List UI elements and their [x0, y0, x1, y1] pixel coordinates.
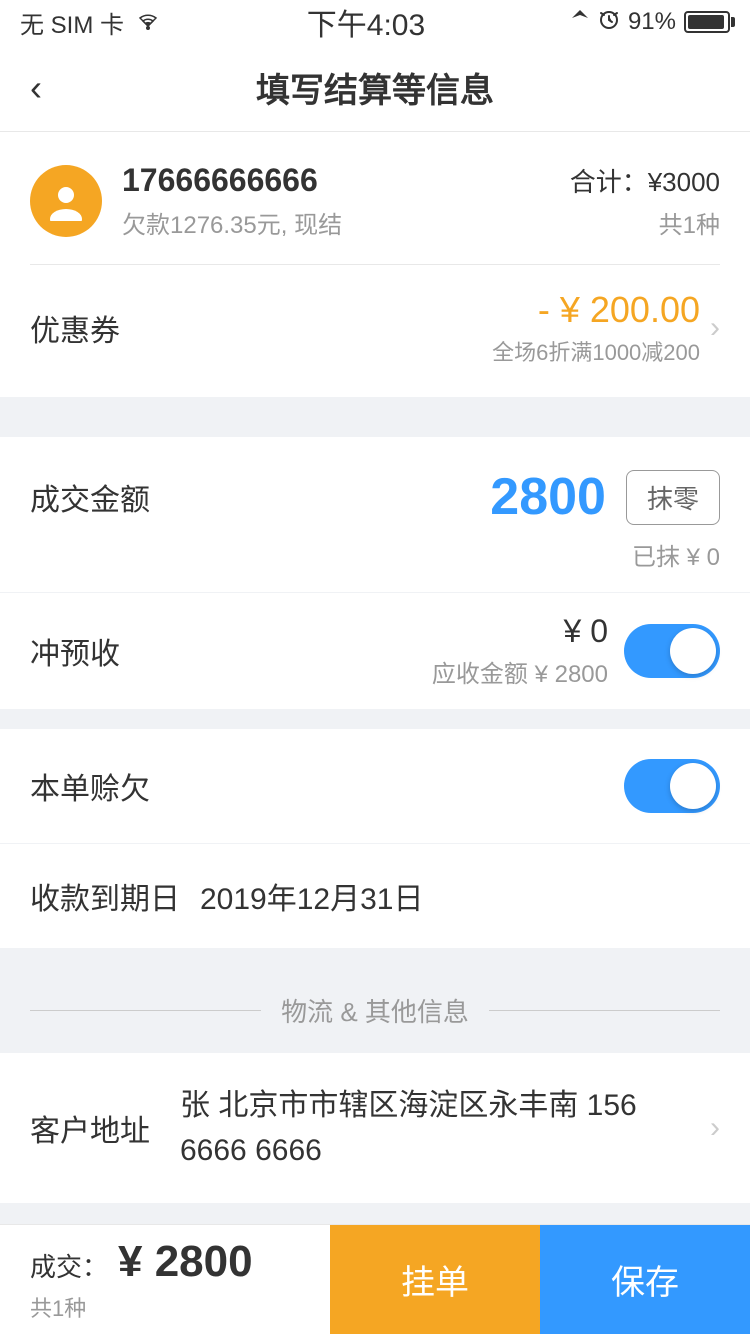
back-button[interactable]: ‹ [30, 67, 42, 109]
advance-row: 冲预收 ¥ 0 应收金额 ¥ 2800 [0, 592, 750, 709]
total-label: 合计：¥3000 [570, 162, 720, 199]
logistics-section-header: 物流 & 其他信息 [0, 968, 750, 1053]
customer-sub: 欠款1276.35元, 现结 [122, 205, 342, 240]
save-button[interactable]: 保存 [540, 1225, 750, 1334]
advance-values: ¥ 0 应收金额 ¥ 2800 [432, 613, 608, 689]
customer-card: 17666666666 欠款1276.35元, 现结 合计：¥3000 共1种 … [0, 132, 750, 397]
advance-toggle-thumb [670, 628, 716, 674]
advance-right: ¥ 0 应收金额 ¥ 2800 [432, 613, 720, 689]
footer-info: 成交： ¥ 2800 共1种 [0, 1237, 330, 1323]
footer-total-label: 成交： [30, 1247, 108, 1284]
duedate-row: 收款到期日 2019年12月31日 [0, 843, 750, 948]
advance-label: 冲预收 [30, 629, 120, 673]
content: 17666666666 欠款1276.35元, 现结 合计：¥3000 共1种 … [0, 132, 750, 1323]
footer-total-amount: ¥ 2800 [118, 1237, 253, 1287]
chevron-right-icon: › [710, 311, 720, 345]
advance-toggle[interactable] [624, 624, 720, 678]
writeoff-toggle[interactable] [624, 759, 720, 813]
writeoff-label: 本单赊欠 [30, 764, 150, 808]
address-value: 张 北京市市辖区海淀区永丰南 156 6666 6666 [180, 1083, 710, 1173]
writeoff-toggle-thumb [670, 763, 716, 809]
grey-divider-2 [0, 709, 750, 729]
divider-line-right [489, 1010, 720, 1011]
coupon-row[interactable]: 优惠券 - ¥ 200.00 全场6折满1000减200 › [30, 289, 720, 367]
header: ‹ 填写结算等信息 [0, 44, 750, 132]
writeoff-row: 本单赊欠 [0, 729, 750, 843]
status-left: 无 SIM 卡 [20, 5, 162, 40]
coupon-label: 优惠券 [30, 306, 120, 350]
round-button[interactable]: 抹零 [626, 470, 720, 525]
customer-phone: 17666666666 [122, 162, 342, 199]
footer-total-row: 成交： ¥ 2800 [30, 1237, 300, 1287]
advance-amount: ¥ 0 [432, 613, 608, 650]
footer: 成交： ¥ 2800 共1种 挂单 保存 [0, 1224, 750, 1334]
divider-line-left [30, 1010, 261, 1011]
battery-percent: 91% [628, 8, 676, 36]
customer-row: 17666666666 欠款1276.35元, 现结 合计：¥3000 共1种 [30, 162, 720, 240]
status-bar: 无 SIM 卡 下午4:03 91% [0, 0, 750, 44]
address-row[interactable]: 客户地址 张 北京市市辖区海淀区永丰南 156 6666 6666 › [0, 1053, 750, 1203]
duedate-label: 收款到期日 [30, 874, 180, 918]
duedate-value: 2019年12月31日 [200, 874, 423, 918]
sim-status: 无 SIM 卡 [20, 5, 124, 40]
total-count: 共1种 [570, 205, 720, 240]
customer-left: 17666666666 欠款1276.35元, 现结 [30, 162, 342, 240]
location-icon [570, 8, 590, 37]
avatar [30, 165, 102, 237]
amount-label: 成交金额 [30, 475, 150, 519]
amount-row: 成交金额 2800 抹零 [0, 437, 750, 537]
amount-value: 2800 [490, 467, 606, 527]
coupon-amount: - ¥ 200.00 [492, 289, 700, 331]
battery-icon [684, 11, 730, 33]
customer-info: 17666666666 欠款1276.35元, 现结 [122, 162, 342, 240]
coupon-detail-text: 全场6折满1000减200 [492, 335, 700, 367]
advance-sub: 应收金额 ¥ 2800 [432, 654, 608, 689]
alarm-icon [598, 8, 620, 37]
transaction-section: 成交金额 2800 抹零 已抹 ¥ 0 [0, 437, 750, 592]
coupon-right: - ¥ 200.00 全场6折满1000减200 › [492, 289, 720, 367]
grey-divider-3 [0, 948, 750, 968]
page-title: 填写结算等信息 [256, 63, 494, 112]
status-right: 91% [570, 8, 730, 37]
grey-divider-1 [0, 417, 750, 437]
coupon-detail: - ¥ 200.00 全场6折满1000减200 [492, 289, 700, 367]
address-chevron-icon: › [710, 1111, 720, 1145]
footer-total-sub: 共1种 [30, 1291, 300, 1323]
logistics-label: 物流 & 其他信息 [281, 992, 469, 1029]
divider [30, 264, 720, 265]
pending-button[interactable]: 挂单 [330, 1225, 540, 1334]
customer-right: 合计：¥3000 共1种 [570, 162, 720, 240]
amount-right: 2800 抹零 [490, 467, 720, 527]
address-label: 客户地址 [30, 1106, 150, 1150]
status-time: 下午4:03 [307, 0, 425, 44]
amount-sub: 已抹 ¥ 0 [0, 537, 750, 592]
wifi-icon [134, 8, 162, 37]
